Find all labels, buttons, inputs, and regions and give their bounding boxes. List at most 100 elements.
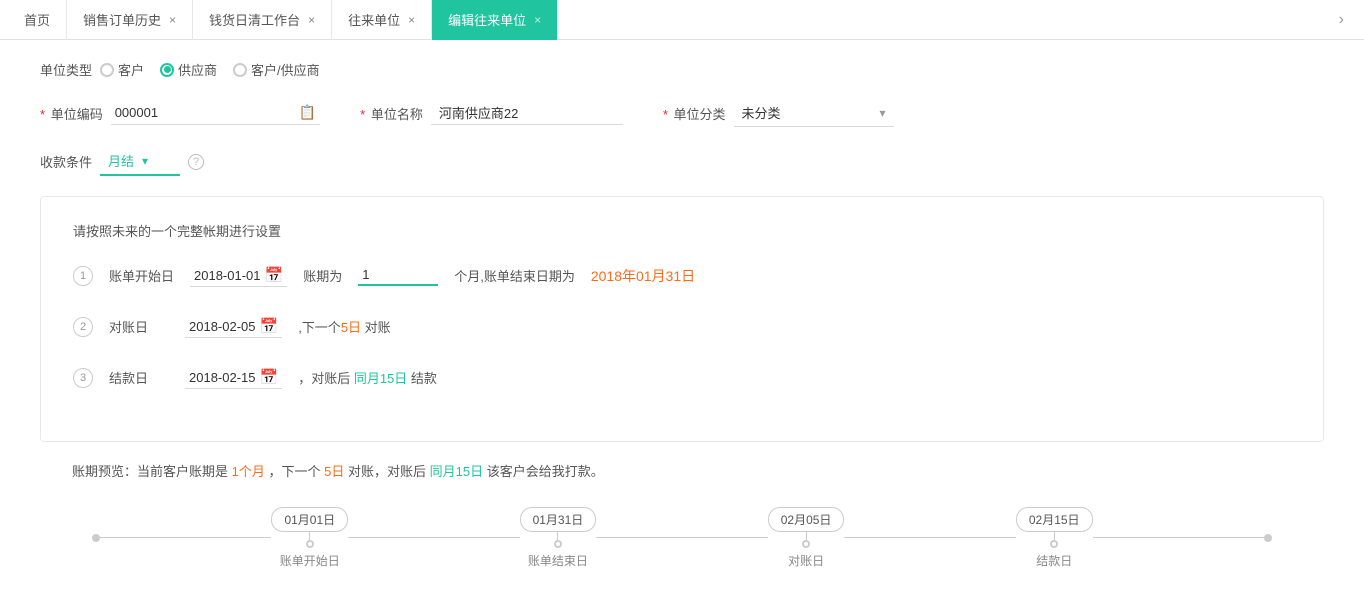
start-date-value: 2018-01-01 bbox=[194, 268, 261, 283]
timeline-point-4: 02月15日 结款日 bbox=[1016, 507, 1093, 569]
unit-category-label: * 单位分类 bbox=[663, 104, 726, 123]
radio-customer-label: 客户 bbox=[118, 60, 144, 79]
tab-cash-work[interactable]: 钱货日清工作台 × bbox=[193, 0, 332, 40]
unit-category-select[interactable]: 未分类 ▾ bbox=[734, 99, 894, 127]
period-input[interactable] bbox=[358, 265, 438, 286]
timeline-line-5 bbox=[1093, 537, 1264, 538]
unit-name-input[interactable] bbox=[431, 101, 623, 125]
start-date-calendar-icon[interactable]: 📅 bbox=[265, 266, 284, 284]
settings-card: 请按照未来的一个完整帐期进行设置 1 账单开始日 2018-01-01 📅 账期… bbox=[40, 196, 1324, 442]
timeline-badge-1: 01月01日 bbox=[271, 507, 348, 532]
timeline-label-4: 结款日 bbox=[1036, 552, 1072, 569]
unit-category-value: 未分类 bbox=[742, 103, 872, 122]
row-label-3: 结款日 bbox=[109, 368, 169, 387]
unit-name-field: * 单位名称 bbox=[360, 101, 623, 125]
timeline-line-1 bbox=[100, 537, 271, 538]
unit-category-field: * 单位分类 未分类 ▾ bbox=[663, 99, 894, 127]
reconcile-date-value: 2018-02-05 bbox=[189, 319, 256, 334]
unit-category-arrow: ▾ bbox=[880, 106, 886, 120]
tab-sales-label: 销售订单历史 bbox=[83, 10, 161, 29]
row-num-3: 3 bbox=[73, 368, 93, 388]
preview-mid1: ，下一个 bbox=[269, 464, 321, 479]
unit-type-field: 单位类型 客户 供应商 客户/供应商 bbox=[40, 60, 320, 79]
timeline-badge-3: 02月05日 bbox=[768, 507, 845, 532]
tab-cash-close[interactable]: × bbox=[308, 13, 315, 27]
settlement-date-value: 2018-02-15 bbox=[189, 370, 256, 385]
row-label-2: 对账日 bbox=[109, 317, 169, 336]
preview-h3: 同月15日 bbox=[430, 464, 483, 479]
radio-both-label: 客户/供应商 bbox=[251, 60, 320, 79]
start-date-field[interactable]: 2018-01-01 📅 bbox=[190, 264, 287, 287]
row-num-1: 1 bbox=[73, 266, 93, 286]
timeline: 01月01日 账单开始日 01月31日 账单结束日 02月05日 对账日 bbox=[72, 507, 1292, 569]
unit-type-radio-group: 客户 供应商 客户/供应商 bbox=[100, 60, 320, 79]
tab-sales-history[interactable]: 销售订单历史 × bbox=[67, 0, 193, 40]
preview-h2: 5日 bbox=[324, 464, 344, 479]
tab-home-label: 首页 bbox=[24, 10, 50, 29]
reconcile-date-calendar-icon[interactable]: 📅 bbox=[260, 317, 279, 335]
preview-section: 账期预览：当前客户账期是 1个月 ，下一个 5日 对账，对账后 同月15日 该客… bbox=[40, 442, 1324, 589]
tab-home[interactable]: 首页 bbox=[8, 0, 67, 40]
payment-row: 收款条件 月结 ▾ ? bbox=[40, 147, 1324, 176]
row-label-1: 账单开始日 bbox=[109, 266, 174, 285]
required-star-name: * bbox=[360, 107, 365, 122]
setting-row-1: 1 账单开始日 2018-01-01 📅 账期为 个月,账单结束日期为 2018… bbox=[73, 264, 1291, 287]
payment-arrow: ▾ bbox=[142, 154, 148, 168]
unit-type-row: 单位类型 客户 供应商 客户/供应商 bbox=[40, 60, 1324, 79]
radio-supplier[interactable]: 供应商 bbox=[160, 60, 217, 79]
radio-both[interactable]: 客户/供应商 bbox=[233, 60, 320, 79]
timeline-point-3: 02月05日 对账日 bbox=[768, 507, 845, 569]
payment-field: 收款条件 月结 ▾ ? bbox=[40, 147, 204, 176]
unit-info-row: * 单位编码 📋 * 单位名称 * 单位分类 未分类 ▾ bbox=[40, 99, 1324, 127]
tab-partner-label: 往来单位 bbox=[348, 10, 400, 29]
settlement-date-calendar-icon[interactable]: 📅 bbox=[260, 368, 279, 386]
payment-select[interactable]: 月结 ▾ bbox=[100, 147, 180, 176]
timeline-end-dot bbox=[1264, 534, 1272, 542]
timeline-line-2 bbox=[348, 537, 519, 538]
reconcile-date-field[interactable]: 2018-02-05 📅 bbox=[185, 315, 282, 338]
unit-code-input[interactable] bbox=[111, 101, 295, 124]
timeline-line-4 bbox=[844, 537, 1015, 538]
timeline-start-dot bbox=[92, 534, 100, 542]
unit-code-input-wrapper: 📋 bbox=[111, 101, 320, 125]
tab-partner-units[interactable]: 往来单位 × bbox=[332, 0, 432, 40]
radio-both-circle bbox=[233, 63, 247, 77]
unit-name-label: * 单位名称 bbox=[360, 104, 423, 123]
required-star-code: * bbox=[40, 107, 45, 122]
preview-prefix: 账期预览：当前客户账期是 bbox=[72, 464, 228, 479]
preview-mid2: 对账，对账后 bbox=[348, 464, 426, 479]
preview-h1: 1个月 bbox=[232, 464, 265, 479]
row3-day-highlight: 同月15日 bbox=[354, 371, 407, 386]
tab-edit-close[interactable]: × bbox=[534, 13, 541, 27]
timeline-line-3 bbox=[596, 537, 767, 538]
payment-value: 月结 bbox=[108, 151, 134, 170]
required-star-cat: * bbox=[663, 107, 668, 122]
payment-help-icon[interactable]: ? bbox=[188, 154, 204, 170]
timeline-label-3: 对账日 bbox=[788, 552, 824, 569]
setting-row-2: 2 对账日 2018-02-05 📅 ,下一个5日 对账 bbox=[73, 315, 1291, 338]
radio-supplier-dot bbox=[164, 66, 171, 73]
radio-customer[interactable]: 客户 bbox=[100, 60, 144, 79]
page-content: 单位类型 客户 供应商 客户/供应商 bbox=[0, 40, 1364, 609]
unit-code-label: * 单位编码 bbox=[40, 104, 103, 123]
timeline-label-1: 账单开始日 bbox=[280, 552, 340, 569]
unit-code-icon[interactable]: 📋 bbox=[295, 104, 320, 121]
tab-sales-close[interactable]: × bbox=[169, 13, 176, 27]
timeline-point-2: 01月31日 账单结束日 bbox=[520, 507, 597, 569]
payment-label: 收款条件 bbox=[40, 152, 92, 171]
timeline-badge-4: 02月15日 bbox=[1016, 507, 1093, 532]
settlement-date-field[interactable]: 2018-02-15 📅 bbox=[185, 366, 282, 389]
unit-type-label: 单位类型 bbox=[40, 60, 92, 79]
tab-edit-label: 编辑往来单位 bbox=[448, 10, 526, 29]
row1-desc-suffix: 个月,账单结束日期为 bbox=[454, 266, 575, 285]
tab-edit-partner[interactable]: 编辑往来单位 × bbox=[432, 0, 558, 40]
radio-supplier-circle bbox=[160, 63, 174, 77]
row3-desc: ，对账后 同月15日 结款 bbox=[298, 368, 437, 387]
row-num-2: 2 bbox=[73, 317, 93, 337]
preview-suffix: 该客户会给我打款。 bbox=[487, 464, 604, 479]
tabs-expand-button[interactable]: › bbox=[1327, 11, 1356, 29]
tab-partner-close[interactable]: × bbox=[408, 13, 415, 27]
radio-supplier-label: 供应商 bbox=[178, 60, 217, 79]
timeline-badge-2: 01月31日 bbox=[520, 507, 597, 532]
tabs-bar: 首页 销售订单历史 × 钱货日清工作台 × 往来单位 × 编辑往来单位 × › bbox=[0, 0, 1364, 40]
